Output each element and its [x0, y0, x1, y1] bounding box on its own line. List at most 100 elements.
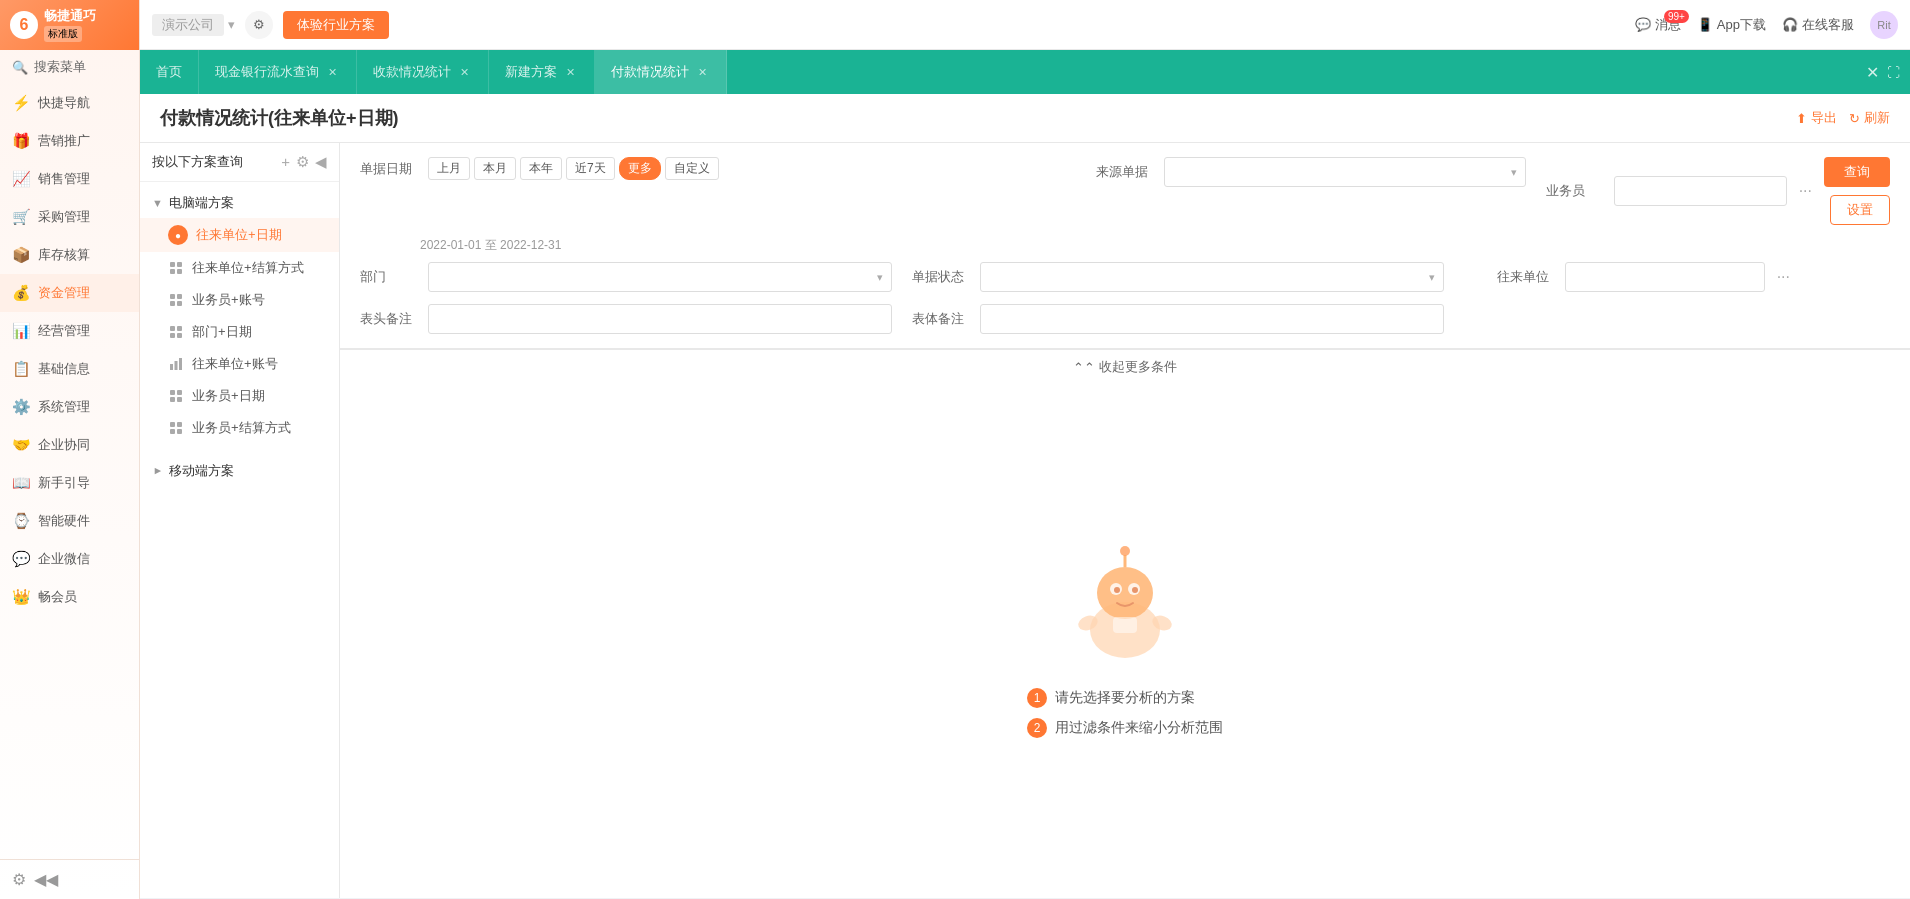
sidebar-item-quick-nav[interactable]: ⚡ 快捷导航: [0, 84, 139, 122]
partner-dots-btn[interactable]: ···: [1773, 268, 1794, 286]
collapse-conditions-btn[interactable]: ⌃⌃ 收起更多条件: [1073, 358, 1177, 376]
search-label: 搜索菜单: [34, 58, 86, 76]
empty-step-2: 2 用过滤条件来缩小分析范围: [1027, 718, 1223, 738]
scheme-group-mobile-toggle[interactable]: ▼ 移动端方案: [140, 456, 339, 486]
sidebar-item-operations[interactable]: 📊 经营管理: [0, 312, 139, 350]
sidebar-item-hardware[interactable]: ⌚ 智能硬件: [0, 502, 139, 540]
filter-row-2: 部门 ▾ 单据状态 ▾: [360, 262, 1890, 292]
filter-settings-btn[interactable]: 设置: [1830, 195, 1890, 225]
scheme-item-staff-account[interactable]: 业务员+账号: [140, 284, 339, 316]
company-selector[interactable]: 演示公司 ▾: [152, 14, 235, 36]
sidebar-item-system[interactable]: ⚙️ 系统管理: [0, 388, 139, 426]
date-btn-this-month[interactable]: 本月: [474, 157, 516, 180]
headset-icon: 🎧: [1782, 17, 1798, 32]
partner-input[interactable]: [1565, 262, 1765, 292]
scheme-item-partner-date[interactable]: ● 往来单位+日期: [140, 218, 339, 252]
date-btn-7days[interactable]: 近7天: [566, 157, 615, 180]
query-btn[interactable]: 查询: [1824, 157, 1890, 187]
filter-area: 单据日期 上月 本月 本年 近7天 更多 自定义 来源单据: [340, 143, 1910, 349]
export-label: 导出: [1811, 109, 1837, 127]
scheme-item-partner-settle[interactable]: 往来单位+结算方式: [140, 252, 339, 284]
svg-rect-18: [177, 397, 182, 402]
export-btn[interactable]: ⬆ 导出: [1796, 109, 1837, 127]
collapse-panel-btn[interactable]: ◀: [315, 153, 327, 171]
messages-btn[interactable]: 💬 消息 99+: [1635, 16, 1681, 34]
close-all-tabs-btn[interactable]: ✕: [1866, 63, 1879, 82]
staff-input[interactable]: [1614, 176, 1787, 206]
source-select[interactable]: ▾: [1164, 157, 1526, 187]
tab-home[interactable]: 首页: [140, 50, 199, 94]
sidebar-item-enterprise[interactable]: 🤝 企业协同: [0, 426, 139, 464]
scheme-label: 业务员+日期: [192, 387, 265, 405]
trial-btn[interactable]: 体验行业方案: [283, 11, 389, 39]
filter-group-staff: 业务员 ··· 查询 设置: [1546, 157, 1890, 225]
search-icon: 🔍: [12, 60, 28, 75]
scheme-item-dept-date[interactable]: 部门+日期: [140, 316, 339, 348]
tab-payment-close[interactable]: ✕: [695, 64, 710, 81]
online-service-btn[interactable]: 🎧 在线客服: [1782, 16, 1854, 34]
staff-dots-btn[interactable]: ···: [1795, 182, 1816, 200]
add-scheme-btn[interactable]: +: [281, 153, 290, 171]
body-note-input[interactable]: [980, 304, 1444, 334]
nav-tabs-actions: ✕ ⛶: [1856, 50, 1910, 94]
scheme-item-staff-date[interactable]: 业务员+日期: [140, 380, 339, 412]
marketing-icon: 🎁: [12, 132, 30, 150]
export-icon: ⬆: [1796, 111, 1807, 126]
filter-group-status: 单据状态 ▾: [912, 262, 1444, 292]
sidebar-item-vip[interactable]: 👑 畅会员: [0, 578, 139, 616]
date-btn-more[interactable]: 更多: [619, 157, 661, 180]
status-select[interactable]: ▾: [980, 262, 1444, 292]
tab-payment-label: 付款情况统计: [611, 63, 689, 81]
date-buttons: 上月 本月 本年 近7天 更多 自定义: [428, 157, 719, 180]
tab-new-scheme-close[interactable]: ✕: [563, 64, 578, 81]
step-2-text: 用过滤条件来缩小分析范围: [1055, 719, 1223, 737]
collapse-bar[interactable]: ⌃⌃ 收起更多条件: [340, 349, 1910, 384]
tab-receivable[interactable]: 收款情况统计 ✕: [357, 50, 489, 94]
source-dropdown-icon: ▾: [1511, 166, 1517, 179]
date-range-text: 2022-01-01 至 2022-12-31: [420, 238, 561, 252]
sidebar-item-marketing[interactable]: 🎁 营销推广: [0, 122, 139, 160]
tab-receivable-close[interactable]: ✕: [457, 64, 472, 81]
sidebar-search[interactable]: 🔍 搜索菜单: [0, 50, 139, 84]
date-btn-last-month[interactable]: 上月: [428, 157, 470, 180]
refresh-btn[interactable]: ↻ 刷新: [1849, 109, 1890, 127]
scheme-group-desktop-toggle[interactable]: ▼ 电脑端方案: [140, 188, 339, 218]
tab-bank-close[interactable]: ✕: [325, 64, 340, 81]
page-header: 付款情况统计(往来单位+日期) ⬆ 导出 ↻ 刷新: [140, 94, 1910, 143]
expand-tab-btn[interactable]: ⛶: [1887, 65, 1900, 80]
tab-payment[interactable]: 付款情况统计 ✕: [595, 50, 727, 94]
sidebar-item-sales[interactable]: 📈 销售管理: [0, 160, 139, 198]
sidebar-item-wechat[interactable]: 💬 企业微信: [0, 540, 139, 578]
sidebar-label: 采购管理: [38, 208, 90, 226]
app-download-btn[interactable]: 📱 App下载: [1697, 16, 1766, 34]
user-avatar[interactable]: Rit: [1870, 11, 1898, 39]
tab-bank[interactable]: 现金银行流水查询 ✕: [199, 50, 357, 94]
grid-icon-3: [168, 324, 184, 340]
settings-bottom-btn[interactable]: ⚙: [12, 870, 26, 889]
dept-select[interactable]: ▾: [428, 262, 892, 292]
scheme-settings-btn[interactable]: ⚙: [296, 153, 309, 171]
sidebar-item-basic-info[interactable]: 📋 基础信息: [0, 350, 139, 388]
scheme-item-partner-account[interactable]: 往来单位+账号: [140, 348, 339, 380]
operations-icon: 📊: [12, 322, 30, 340]
tab-new-scheme[interactable]: 新建方案 ✕: [489, 50, 595, 94]
sidebar-label: 库存核算: [38, 246, 90, 264]
chevron-up-icon: ⌃⌃: [1073, 360, 1095, 375]
sales-icon: 📈: [12, 170, 30, 188]
collapse-sidebar-btn[interactable]: ◀◀: [34, 870, 58, 889]
sidebar-item-guide[interactable]: 📖 新手引导: [0, 464, 139, 502]
svg-rect-3: [177, 269, 182, 274]
page-actions: ⬆ 导出 ↻ 刷新: [1796, 109, 1890, 127]
sidebar-item-inventory[interactable]: 📦 库存核算: [0, 236, 139, 274]
refresh-icon: ↻: [1849, 111, 1860, 126]
sidebar-item-finance[interactable]: 💰 资金管理: [0, 274, 139, 312]
date-btn-this-year[interactable]: 本年: [520, 157, 562, 180]
svg-rect-11: [177, 333, 182, 338]
sidebar-item-purchase[interactable]: 🛒 采购管理: [0, 198, 139, 236]
date-btn-custom[interactable]: 自定义: [665, 157, 719, 180]
topbar-settings-btn[interactable]: ⚙: [245, 11, 273, 39]
app-download-label: App下载: [1717, 16, 1766, 34]
scheme-item-staff-settle[interactable]: 业务员+结算方式: [140, 412, 339, 444]
svg-rect-14: [179, 358, 182, 370]
head-note-input[interactable]: [428, 304, 892, 334]
